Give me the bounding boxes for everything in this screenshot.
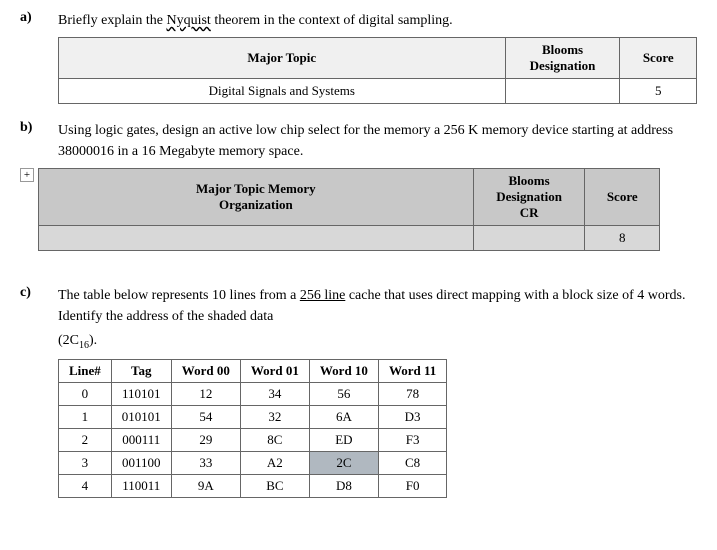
col-b-blooms-header: BloomsDesignationCR xyxy=(473,169,585,226)
cache-cell: 2 xyxy=(59,428,112,451)
question-c-text: The table below represents 10 lines from… xyxy=(58,285,697,327)
question-a-table: Major Topic BloomsDesignation Score Digi… xyxy=(58,37,697,104)
cache-cell: 56 xyxy=(309,382,378,405)
cache-cell: 0 xyxy=(59,382,112,405)
expand-button[interactable]: + xyxy=(20,168,34,182)
cache-cell: 33 xyxy=(171,451,240,474)
cache-cell: 4 xyxy=(59,474,112,497)
cache-cell: 001100 xyxy=(111,451,171,474)
cache-cell: D3 xyxy=(378,405,446,428)
b-score-cell: 8 xyxy=(585,226,660,251)
cache-cell: 32 xyxy=(240,405,309,428)
question-a: a) Briefly explain the Nyquist theorem i… xyxy=(20,10,697,104)
cache-underline: 256 line xyxy=(300,288,346,303)
table-b-header-row: Major Topic MemoryOrganization BloomsDes… xyxy=(39,169,660,226)
cache-table-row: 300110033A22CC8 xyxy=(59,451,447,474)
col-b-score-header: Score xyxy=(585,169,660,226)
table-row: Digital Signals and Systems 5 xyxy=(59,79,697,104)
spacer xyxy=(20,261,697,269)
question-b-label: b) xyxy=(20,120,50,136)
cache-cell: ED xyxy=(309,428,378,451)
cache-cell: 12 xyxy=(171,382,240,405)
cache-col-w11: Word 11 xyxy=(378,359,446,382)
cache-cell: 34 xyxy=(240,382,309,405)
question-c-label: c) xyxy=(20,285,50,301)
col-blooms-header: BloomsDesignation xyxy=(505,38,620,79)
question-b-table: Major Topic MemoryOrganization BloomsDes… xyxy=(38,168,660,251)
cache-col-w10: Word 10 xyxy=(309,359,378,382)
cache-col-w01: Word 01 xyxy=(240,359,309,382)
score-value: 5 xyxy=(620,79,697,104)
blooms-value xyxy=(505,79,620,104)
cache-cell: 54 xyxy=(171,405,240,428)
cache-table-row: 2000111298CEDF3 xyxy=(59,428,447,451)
question-c-note: (2C16). xyxy=(58,333,697,351)
cache-cell: A2 xyxy=(240,451,309,474)
cache-table-row: 101010154326AD3 xyxy=(59,405,447,428)
cache-header-row: Line# Tag Word 00 Word 01 Word 10 Word 1… xyxy=(59,359,447,382)
cache-cell: BC xyxy=(240,474,309,497)
table-b-row: 8 xyxy=(39,226,660,251)
cache-table-row: 011010112345678 xyxy=(59,382,447,405)
cache-cell: C8 xyxy=(378,451,446,474)
question-b-text: Using logic gates, design an active low … xyxy=(58,120,697,162)
question-c: c) The table below represents 10 lines f… xyxy=(20,285,697,498)
major-topic-value: Digital Signals and Systems xyxy=(59,79,506,104)
cache-cell: 9A xyxy=(171,474,240,497)
b-blooms-cell xyxy=(473,226,585,251)
col-major-topic-header: Major Topic xyxy=(59,38,506,79)
col-b-major-topic-header: Major Topic MemoryOrganization xyxy=(39,169,474,226)
question-b-row: b) Using logic gates, design an active l… xyxy=(20,120,697,162)
cache-cell: 3 xyxy=(59,451,112,474)
cache-cell: 2C xyxy=(309,451,378,474)
cache-cell: 010101 xyxy=(111,405,171,428)
cache-cell: 000111 xyxy=(111,428,171,451)
cache-cell: F3 xyxy=(378,428,446,451)
cache-cell: 6A xyxy=(309,405,378,428)
question-a-text: Briefly explain the Nyquist theorem in t… xyxy=(58,10,697,31)
cache-col-tag: Tag xyxy=(111,359,171,382)
cache-cell: 110011 xyxy=(111,474,171,497)
page-content: a) Briefly explain the Nyquist theorem i… xyxy=(0,0,717,524)
cache-col-line: Line# xyxy=(59,359,112,382)
table-header-row: Major Topic BloomsDesignation Score xyxy=(59,38,697,79)
nyquist-underline: Nyquist xyxy=(166,13,210,28)
cache-table-row: 41100119ABCD8F0 xyxy=(59,474,447,497)
cache-cell: D8 xyxy=(309,474,378,497)
cache-cell: F0 xyxy=(378,474,446,497)
cache-cell: 110101 xyxy=(111,382,171,405)
col-score-header: Score xyxy=(620,38,697,79)
cache-cell: 29 xyxy=(171,428,240,451)
cache-cell: 78 xyxy=(378,382,446,405)
cache-table: Line# Tag Word 00 Word 01 Word 10 Word 1… xyxy=(58,359,447,498)
cache-cell: 1 xyxy=(59,405,112,428)
question-a-row: a) Briefly explain the Nyquist theorem i… xyxy=(20,10,697,31)
b-major-topic-cell xyxy=(39,226,474,251)
question-c-row: c) The table below represents 10 lines f… xyxy=(20,285,697,327)
question-b: b) Using logic gates, design an active l… xyxy=(20,120,697,269)
cache-col-w00: Word 00 xyxy=(171,359,240,382)
question-a-label: a) xyxy=(20,10,50,26)
cache-cell: 8C xyxy=(240,428,309,451)
